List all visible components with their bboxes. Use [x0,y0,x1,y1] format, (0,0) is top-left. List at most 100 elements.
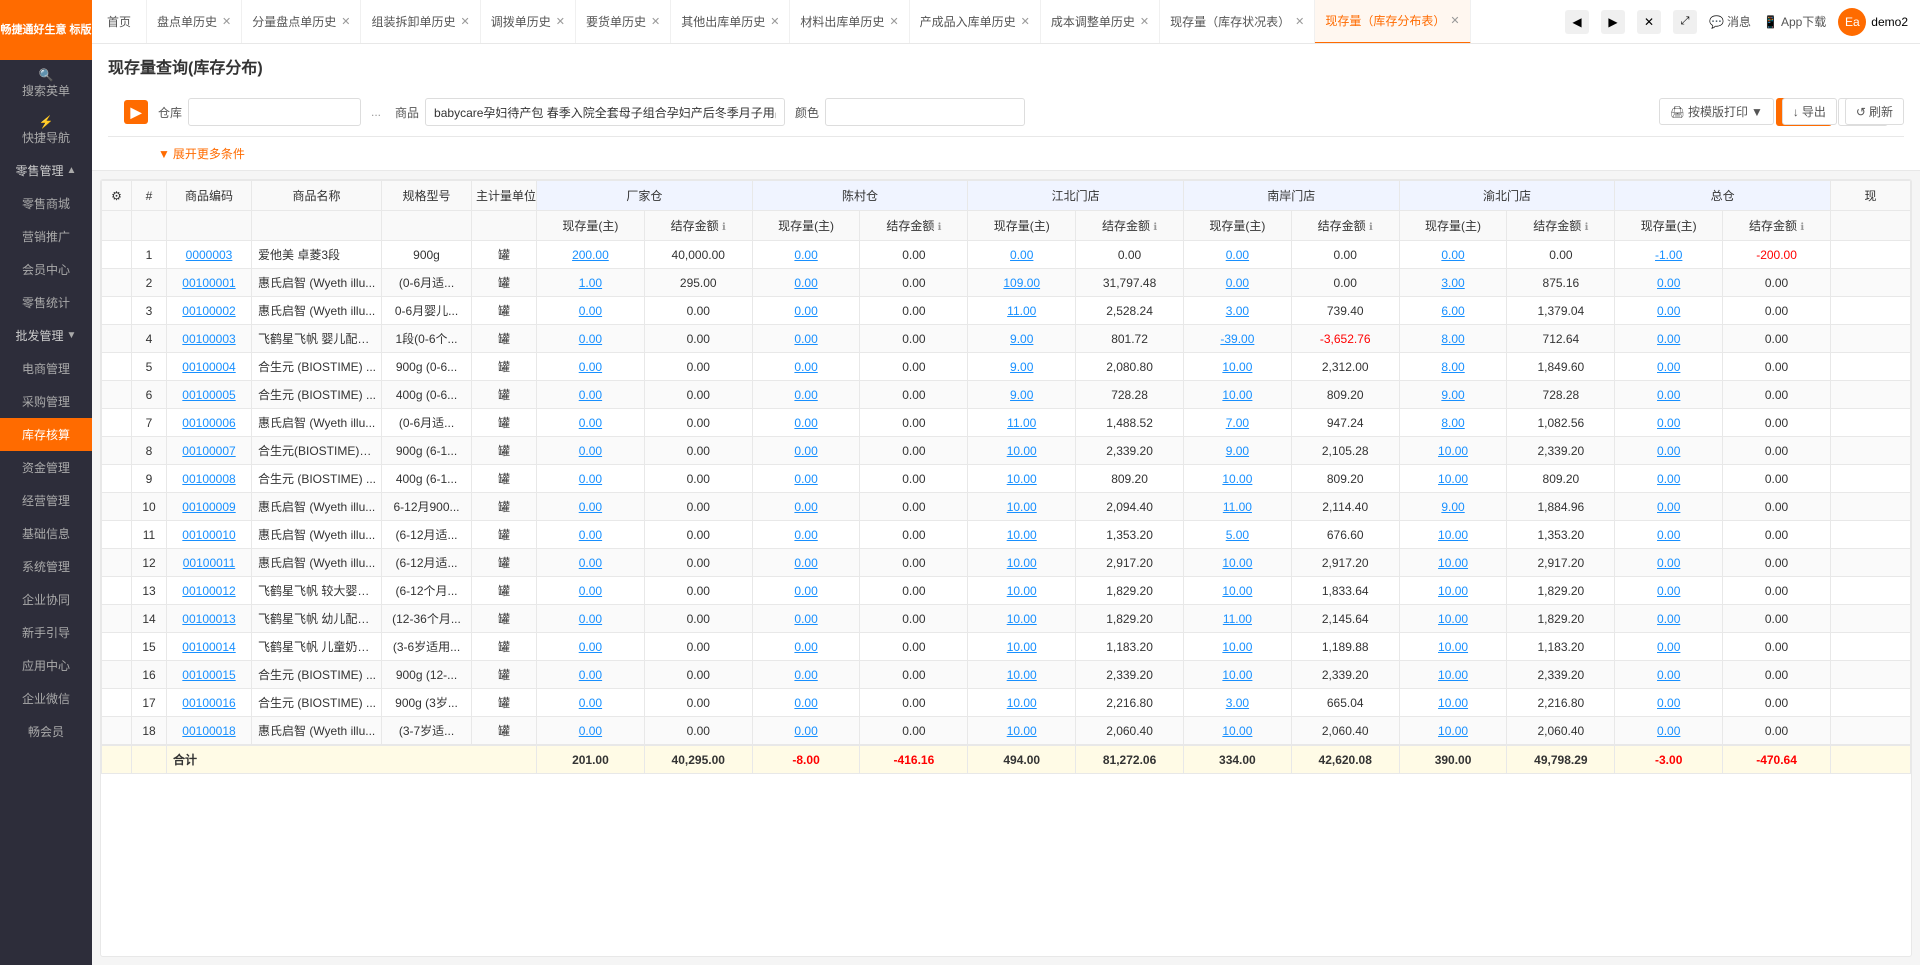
tab-inventory-count[interactable]: 盘点单历史 ✕ [147,0,242,44]
cell-f-stock[interactable]: 0.00 [537,633,645,661]
cell-c-stock[interactable]: 0.00 [752,241,860,269]
tab-next-button[interactable]: ▶ [1601,10,1625,34]
tab-material-out[interactable]: 材料出库单历史 ✕ [790,0,909,44]
cell-f-stock[interactable]: 0.00 [537,661,645,689]
tab-cost-adjust[interactable]: 成本调整单历史 ✕ [1041,0,1160,44]
cell-code[interactable]: 00100012 [167,577,252,605]
cell-na-stock[interactable]: 11.00 [1183,493,1291,521]
cell-na-stock[interactable]: 10.00 [1183,661,1291,689]
cell-c-stock[interactable]: 0.00 [752,437,860,465]
tab-close-all-button[interactable]: ✕ [1637,10,1661,34]
cell-jb-stock[interactable]: 10.00 [968,549,1076,577]
tab-close-icon[interactable]: ✕ [1140,15,1149,28]
cell-na-stock[interactable]: 0.00 [1183,241,1291,269]
col-settings[interactable]: ⚙ [102,181,132,211]
cell-na-stock[interactable]: 10.00 [1183,465,1291,493]
refresh-button[interactable]: ↺ 刷新 [1845,98,1904,125]
tab-stock-status[interactable]: 现存量（库存状况表） ✕ [1160,0,1315,44]
filter-toggle-button[interactable]: ▶ [124,100,148,124]
cell-f-stock[interactable]: 0.00 [537,577,645,605]
tab-order[interactable]: 要货单历史 ✕ [576,0,671,44]
cell-yb-stock[interactable]: 10.00 [1399,633,1507,661]
export-button[interactable]: ↓ 导出 [1782,98,1837,125]
cell-code[interactable]: 00100007 [167,437,252,465]
cell-yb-stock[interactable]: 3.00 [1399,269,1507,297]
cell-f-stock[interactable]: 0.00 [537,409,645,437]
sidebar-item-search[interactable]: 🔍 搜索英单 [0,60,92,107]
cell-na-stock[interactable]: 10.00 [1183,633,1291,661]
cell-code[interactable]: 00100010 [167,521,252,549]
cell-f-stock[interactable]: 0.00 [537,521,645,549]
cell-na-stock[interactable]: 3.00 [1183,297,1291,325]
cell-c-stock[interactable]: 0.00 [752,493,860,521]
cell-c-stock[interactable]: 0.00 [752,353,860,381]
cell-code[interactable]: 00100004 [167,353,252,381]
tab-transfer[interactable]: 调拨单历史 ✕ [481,0,576,44]
cell-t-stock[interactable]: 0.00 [1615,717,1723,746]
cell-f-stock[interactable]: 0.00 [537,381,645,409]
cell-yb-stock[interactable]: 8.00 [1399,409,1507,437]
sidebar-item-app-center[interactable]: 应用中心 [0,649,92,682]
print-button[interactable]: 🖨 按模版打印 ▼ [1659,98,1774,125]
cell-na-stock[interactable]: 10.00 [1183,717,1291,746]
cell-jb-stock[interactable]: 10.00 [968,661,1076,689]
cell-t-stock[interactable]: 0.00 [1615,689,1723,717]
cell-jb-stock[interactable]: 109.00 [968,269,1076,297]
cell-code[interactable]: 00100005 [167,381,252,409]
cell-f-stock[interactable]: 0.00 [537,717,645,746]
cell-c-stock[interactable]: 0.00 [752,577,860,605]
cell-jb-stock[interactable]: 11.00 [968,297,1076,325]
tab-close-icon[interactable]: ✕ [556,15,565,28]
cell-f-stock[interactable]: 0.00 [537,549,645,577]
sidebar-item-inventory[interactable]: 库存核算 [0,418,92,451]
cell-yb-stock[interactable]: 10.00 [1399,605,1507,633]
cell-yb-stock[interactable]: 10.00 [1399,465,1507,493]
cell-t-stock[interactable]: 0.00 [1615,605,1723,633]
cell-t-stock[interactable]: 0.00 [1615,633,1723,661]
cell-t-stock[interactable]: 0.00 [1615,297,1723,325]
sidebar-item-business[interactable]: 经营管理 [0,484,92,517]
cell-jb-stock[interactable]: 10.00 [968,437,1076,465]
cell-c-stock[interactable]: 0.00 [752,661,860,689]
cell-jb-stock[interactable]: 11.00 [968,409,1076,437]
cell-yb-stock[interactable]: 10.00 [1399,437,1507,465]
cell-t-stock[interactable]: 0.00 [1615,577,1723,605]
cell-c-stock[interactable]: 0.00 [752,297,860,325]
cell-f-stock[interactable]: 0.00 [537,465,645,493]
cell-yb-stock[interactable]: 6.00 [1399,297,1507,325]
expand-conditions-button[interactable]: ▼ 展开更多条件 [158,145,245,162]
cell-code[interactable]: 00100011 [167,549,252,577]
cell-na-stock[interactable]: 9.00 [1183,437,1291,465]
cell-na-stock[interactable]: 3.00 [1183,689,1291,717]
sidebar-item-wholesale[interactable]: 批发管理 ▼ [0,319,92,352]
cell-code[interactable]: 00100001 [167,269,252,297]
sidebar-item-retail-stat[interactable]: 零售统计 [0,286,92,319]
sidebar-item-wechat-work[interactable]: 企业微信 [0,682,92,715]
cell-code[interactable]: 00100015 [167,661,252,689]
tab-other-out[interactable]: 其他出库单历史 ✕ [671,0,790,44]
cell-yb-stock[interactable]: 9.00 [1399,493,1507,521]
cell-c-stock[interactable]: 0.00 [752,605,860,633]
sidebar-item-retail-shop[interactable]: 零售商城 [0,187,92,220]
cell-t-stock[interactable]: 0.00 [1615,661,1723,689]
cell-yb-stock[interactable]: 10.00 [1399,661,1507,689]
tab-close-icon[interactable]: ✕ [651,15,660,28]
cell-code[interactable]: 00100006 [167,409,252,437]
tab-home[interactable]: 首页 [92,0,147,44]
cell-t-stock[interactable]: 0.00 [1615,353,1723,381]
cell-code[interactable]: 00100009 [167,493,252,521]
cell-jb-stock[interactable]: 10.00 [968,689,1076,717]
cell-yb-stock[interactable]: 10.00 [1399,689,1507,717]
cell-yb-stock[interactable]: 9.00 [1399,381,1507,409]
cell-f-stock[interactable]: 0.00 [537,297,645,325]
cell-f-stock[interactable]: 200.00 [537,241,645,269]
cell-t-stock[interactable]: 0.00 [1615,493,1723,521]
cell-c-stock[interactable]: 0.00 [752,465,860,493]
sidebar-item-collab[interactable]: 企业协同 [0,583,92,616]
cell-na-stock[interactable]: -39.00 [1183,325,1291,353]
cell-jb-stock[interactable]: 9.00 [968,381,1076,409]
cell-code[interactable]: 00100018 [167,717,252,746]
cell-c-stock[interactable]: 0.00 [752,409,860,437]
app-download-button[interactable]: 📱 App下载 [1763,13,1826,30]
tab-close-icon[interactable]: ✕ [1295,15,1304,28]
